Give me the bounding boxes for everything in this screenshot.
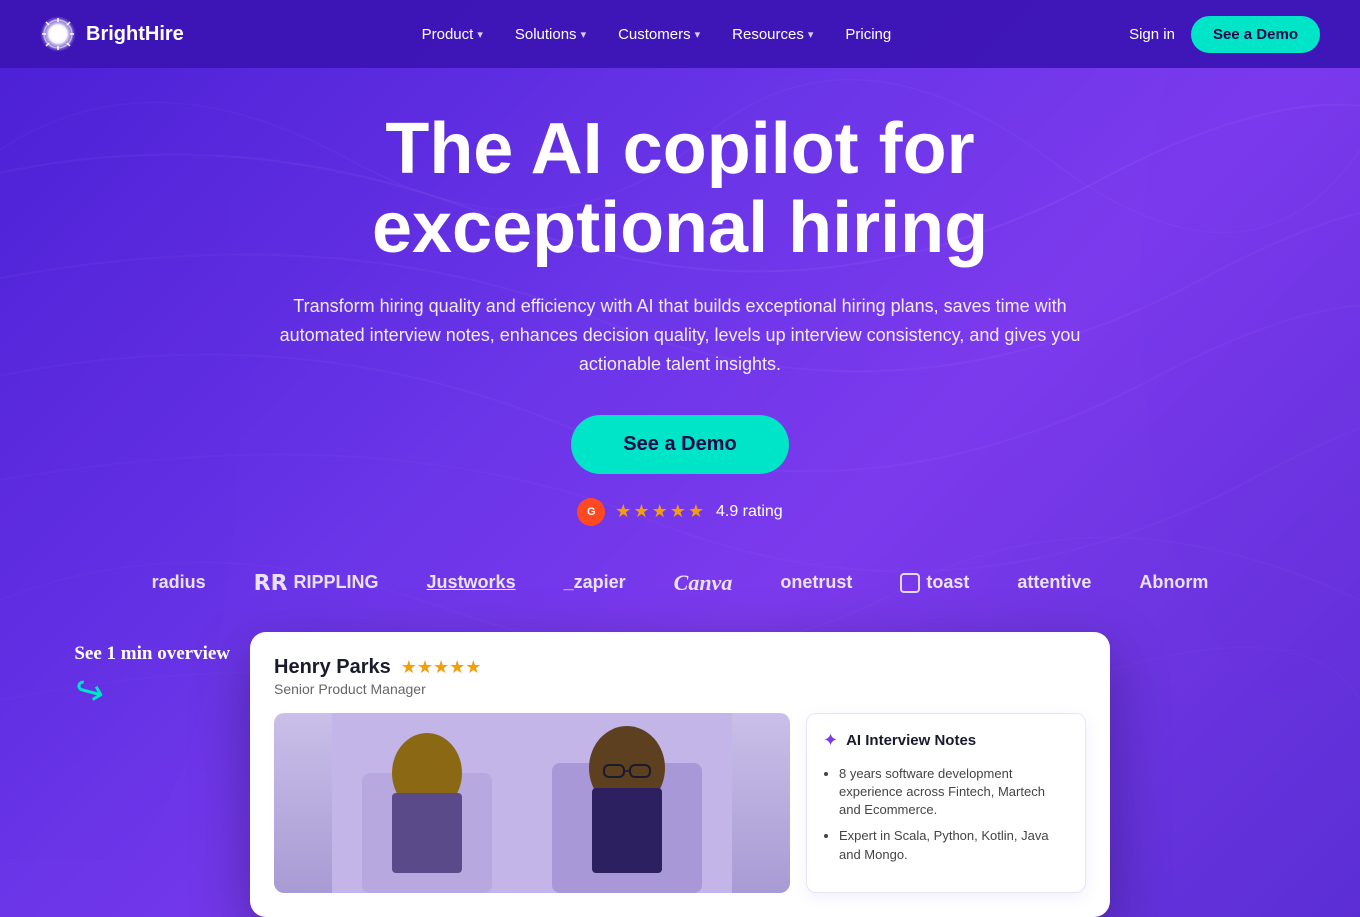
- hero-subtitle: Transform hiring quality and efficiency …: [270, 292, 1090, 378]
- demo-card: Henry Parks ★★★★★ Senior Product Manager: [250, 632, 1110, 917]
- logo[interactable]: BrightHire: [40, 16, 184, 52]
- chevron-down-icon: ▾: [808, 28, 814, 41]
- logo-radius: radius: [152, 572, 206, 593]
- ai-note-item: 8 years software development experience …: [839, 765, 1069, 820]
- nav-pricing[interactable]: Pricing: [833, 18, 903, 51]
- nav-actions: Sign in See a Demo: [1129, 16, 1320, 53]
- rating-text: 4.9 rating: [716, 503, 783, 521]
- demo-card-body: ✦ AI Interview Notes 8 years software de…: [274, 713, 1086, 893]
- overview-label: See 1 min overview: [74, 642, 230, 667]
- ai-notes-title: AI Interview Notes: [846, 732, 976, 749]
- hero-rating: G ★★★★★ 4.9 rating: [577, 498, 782, 526]
- ai-notes-panel: ✦ AI Interview Notes 8 years software de…: [806, 713, 1086, 893]
- logos-strip: radius 𝗥𝗥 RIPPLING Justworks _zapier Can…: [0, 570, 1360, 596]
- logo-attentive: attentive: [1017, 572, 1091, 593]
- nav-cta-button[interactable]: See a Demo: [1191, 16, 1320, 53]
- ai-note-item: Expert in Scala, Python, Kotlin, Java an…: [839, 827, 1069, 863]
- hero-section: The AI copilot for exceptional hiring Tr…: [0, 0, 1360, 917]
- logo-canva: Canva: [674, 570, 733, 596]
- candidate-info: Henry Parks ★★★★★ Senior Product Manager: [274, 656, 481, 697]
- logo-onetrust: onetrust: [780, 572, 852, 593]
- chevron-down-icon: ▾: [695, 28, 701, 41]
- demo-section: See 1 min overview ↩ Henry Parks ★★★★★ S…: [250, 632, 1110, 917]
- g2-badge: G: [577, 498, 605, 526]
- nav-product[interactable]: Product ▾: [410, 18, 495, 51]
- candidate-role: Senior Product Manager: [274, 681, 481, 697]
- navigation: BrightHire Product ▾ Solutions ▾ Custome…: [0, 0, 1360, 68]
- logo-rippling: 𝗥𝗥 RIPPLING: [254, 570, 379, 596]
- candidate-name: Henry Parks: [274, 656, 391, 679]
- overview-label-wrap: See 1 min overview ↩: [74, 642, 230, 713]
- logo-abnorm: Abnorm: [1139, 572, 1208, 593]
- demo-card-header: Henry Parks ★★★★★ Senior Product Manager: [274, 656, 1086, 697]
- nav-resources[interactable]: Resources ▾: [720, 18, 825, 51]
- video-placeholder: [274, 713, 790, 893]
- logo-zapier: _zapier: [564, 572, 626, 593]
- sparkle-icon: ✦: [823, 730, 838, 751]
- star-rating: ★★★★★: [615, 501, 706, 522]
- video-area: [274, 713, 790, 893]
- ai-notes-list: 8 years software development experience …: [823, 765, 1069, 864]
- ai-notes-header: ✦ AI Interview Notes: [823, 730, 1069, 751]
- signin-link[interactable]: Sign in: [1129, 26, 1175, 43]
- nav-solutions[interactable]: Solutions ▾: [503, 18, 598, 51]
- candidate-stars: ★★★★★: [401, 657, 482, 678]
- logo-justworks: Justworks: [427, 572, 516, 593]
- hero-cta-wrap: See a Demo: [571, 415, 788, 474]
- nav-links: Product ▾ Solutions ▾ Customers ▾ Resour…: [410, 18, 904, 51]
- hero-title: The AI copilot for exceptional hiring: [372, 110, 988, 268]
- chevron-down-icon: ▾: [581, 28, 587, 41]
- logo-icon: [40, 16, 76, 52]
- hero-cta-button[interactable]: See a Demo: [571, 415, 788, 474]
- chevron-down-icon: ▾: [477, 28, 483, 41]
- logo-toast: toast: [900, 572, 969, 593]
- nav-customers[interactable]: Customers ▾: [606, 18, 712, 51]
- logo-text: BrightHire: [86, 23, 184, 46]
- overview-arrow-icon: ↩: [69, 667, 109, 715]
